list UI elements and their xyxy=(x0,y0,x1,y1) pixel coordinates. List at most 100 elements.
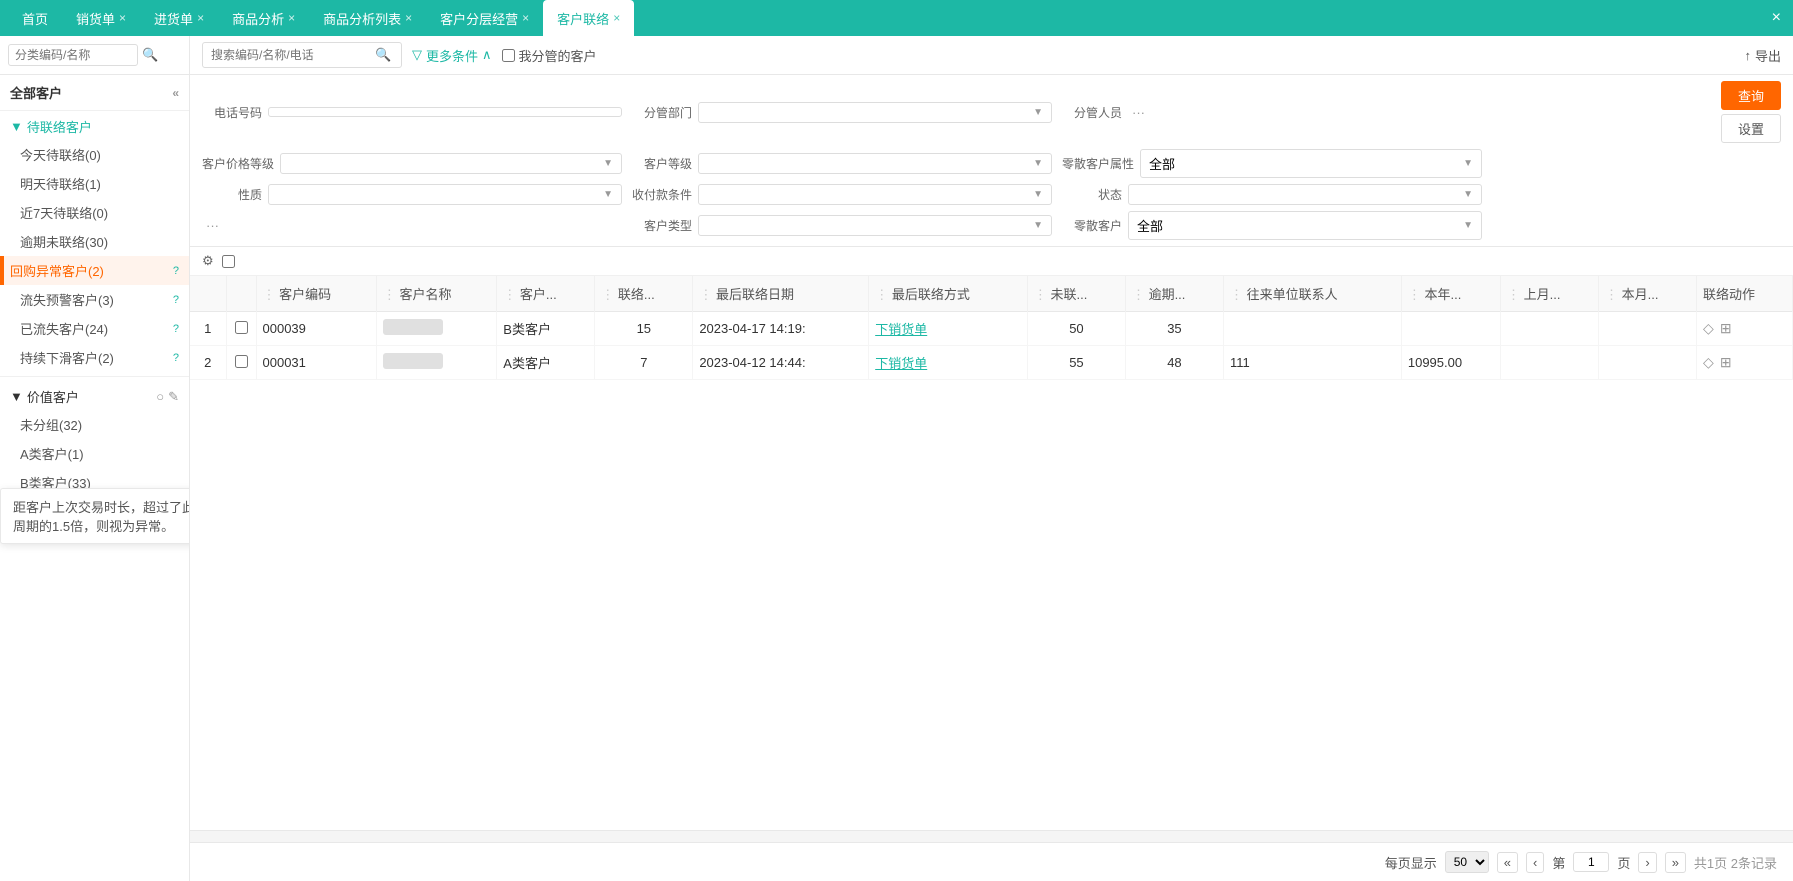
per-page-select[interactable]: 50 xyxy=(1445,851,1489,873)
sidebar-item-class-a[interactable]: A类客户(1) xyxy=(0,439,189,468)
filter-input-customer-type[interactable]: ▼ xyxy=(698,215,1052,236)
row2-check[interactable] xyxy=(226,346,256,380)
sidebar-item-today-contact[interactable]: 今天待联络(0) xyxy=(0,140,189,169)
sidebar-item-churn-warning[interactable]: 流失预警客户(3) ? xyxy=(0,285,189,314)
row2-contacts: 111 xyxy=(1223,346,1401,380)
sidebar-item-ungrouped[interactable]: 未分组(32) xyxy=(0,410,189,439)
select-all-checkbox[interactable] xyxy=(222,255,235,268)
sidebar-group-value-customers[interactable]: ▼ 价值客户 ○ ✎ xyxy=(0,381,189,410)
window-close-icon[interactable]: × xyxy=(1772,9,1781,27)
row1-action-icon-2[interactable]: ⊞ xyxy=(1720,320,1732,337)
filter-export-button[interactable]: ↑ 导出 xyxy=(1744,46,1781,65)
col-header-this-month[interactable]: 本月... xyxy=(1599,276,1697,312)
filter-search-icon[interactable]: 🔍 xyxy=(375,47,391,63)
filter-input-dept[interactable]: ▼ xyxy=(698,102,1052,123)
nav-home[interactable]: 首页 xyxy=(8,0,62,36)
nav-customer-layering[interactable]: 客户分层经营 × xyxy=(426,0,543,36)
nav-product-analysis[interactable]: 商品分析 × xyxy=(218,0,309,36)
declining-help-icon[interactable]: ? xyxy=(173,352,179,364)
filter-more-conditions[interactable]: ▽ 更多条件 ∧ xyxy=(412,46,492,65)
page-first-btn[interactable]: « xyxy=(1497,852,1518,873)
row2-contact-count: 7 xyxy=(595,346,693,380)
churned-help-icon[interactable]: ? xyxy=(173,323,179,335)
my-customers-check[interactable] xyxy=(502,49,515,62)
page-next-btn[interactable]: › xyxy=(1638,852,1656,873)
filter-dots-more[interactable]: ··· xyxy=(206,218,219,233)
col-header-unlisted[interactable]: 未联... xyxy=(1027,276,1125,312)
filter-input-phone[interactable] xyxy=(268,107,622,117)
content-area: 🔍 ▽ 更多条件 ∧ 我分管的客户 ↑ 导出 电话号码 xyxy=(190,36,1793,881)
query-button[interactable]: 查询 xyxy=(1721,81,1781,110)
col-header-last-contact-date[interactable]: 最后联络日期 xyxy=(693,276,869,312)
col-header-last-month[interactable]: 上月... xyxy=(1501,276,1599,312)
sidebar-search-input[interactable] xyxy=(8,44,138,66)
col-header-customer-type[interactable]: 客户... xyxy=(497,276,595,312)
col-header-this-year[interactable]: 本年... xyxy=(1401,276,1500,312)
nav-sales-order-close[interactable]: × xyxy=(119,11,126,25)
filter-input-retail-attr[interactable]: 全部 ▼ xyxy=(1140,149,1482,178)
nav-product-analysis-list-close[interactable]: × xyxy=(405,11,412,25)
nav-customer-contact-close[interactable]: × xyxy=(613,11,620,25)
filter-manager-dots[interactable]: ··· xyxy=(1132,105,1145,120)
filter-label-customer-level: 客户等级 xyxy=(632,155,692,172)
filter-field-dept: 分管部门 ▼ xyxy=(632,102,1052,123)
row1-unlisted: 50 xyxy=(1027,312,1125,346)
filter-search-input[interactable] xyxy=(211,48,371,62)
table-settings-icon[interactable]: ⚙ xyxy=(202,253,214,269)
filter-field-payment-terms: 收付款条件 ▼ xyxy=(632,184,1052,205)
filter-field-dots: ··· xyxy=(202,218,622,233)
sidebar-item-repurchase-abnormal[interactable]: 回购异常客户(2) ? xyxy=(0,256,189,285)
row2-unlisted: 55 xyxy=(1027,346,1125,380)
filter-input-payment-terms[interactable]: ▼ xyxy=(698,184,1052,205)
sidebar-item-churned[interactable]: 已流失客户(24) ? xyxy=(0,314,189,343)
row1-last-contact-method[interactable]: 下销货单 xyxy=(869,312,1028,346)
sidebar-search-icon[interactable]: 🔍 xyxy=(142,47,158,63)
col-header-overdue[interactable]: 逾期... xyxy=(1125,276,1223,312)
filter-input-price-level[interactable]: ▼ xyxy=(280,153,622,174)
filter-my-customers-checkbox[interactable]: 我分管的客户 xyxy=(502,46,597,65)
filter-input-retail-customer[interactable]: 全部 ▼ xyxy=(1128,211,1482,240)
status-arrow: ▼ xyxy=(1463,189,1473,200)
row1-action-icon-1[interactable]: ◇ xyxy=(1703,320,1714,337)
nav-purchase-order-close[interactable]: × xyxy=(197,11,204,25)
row2-action-icon-2[interactable]: ⊞ xyxy=(1720,354,1732,371)
horizontal-scrollbar[interactable] xyxy=(190,830,1793,842)
sidebar-item-tomorrow-contact[interactable]: 明天待联络(1) xyxy=(0,169,189,198)
page-last-btn[interactable]: » xyxy=(1665,852,1686,873)
nav-customer-layering-close[interactable]: × xyxy=(522,11,529,25)
sidebar-collapse-icon[interactable]: « xyxy=(172,86,179,100)
nav-sales-order[interactable]: 销货单 × xyxy=(62,0,140,36)
page-number-input[interactable] xyxy=(1573,852,1609,872)
repurchase-help-icon[interactable]: ? xyxy=(173,265,179,277)
row2-contact-method-link[interactable]: 下销货单 xyxy=(875,356,927,371)
sidebar-group-value-edit-icon[interactable]: ✎ xyxy=(168,389,179,405)
per-page-label: 每页显示 xyxy=(1385,853,1437,872)
col-header-unit-contacts[interactable]: 往来单位联系人 xyxy=(1223,276,1401,312)
sidebar-item-declining[interactable]: 持续下滑客户(2) ? xyxy=(0,343,189,372)
nav-product-analysis-list[interactable]: 商品分析列表 × xyxy=(309,0,426,36)
row1-check[interactable] xyxy=(226,312,256,346)
col-header-last-contact-method[interactable]: 最后联络方式 xyxy=(869,276,1028,312)
row2-customer-type: A类客户 xyxy=(497,346,595,380)
col-header-code[interactable]: 客户编码 xyxy=(256,276,376,312)
sidebar-item-overdue-contact[interactable]: 逾期未联络(30) xyxy=(0,227,189,256)
row2-last-contact-method[interactable]: 下销货单 xyxy=(869,346,1028,380)
filter-input-customer-level[interactable]: ▼ xyxy=(698,153,1052,174)
nav-product-analysis-close[interactable]: × xyxy=(288,11,295,25)
filter-label-price-level: 客户价格等级 xyxy=(202,155,274,172)
churn-warning-help-icon[interactable]: ? xyxy=(173,294,179,306)
page-prev-btn[interactable]: ‹ xyxy=(1526,852,1544,873)
filter-input-status[interactable]: ▼ xyxy=(1128,184,1482,205)
row1-contact-method-link[interactable]: 下销货单 xyxy=(875,322,927,337)
nav-purchase-order[interactable]: 进货单 × xyxy=(140,0,218,36)
filter-field-status: 状态 ▼ xyxy=(1062,184,1482,205)
filter-input-nature[interactable]: ▼ xyxy=(268,184,622,205)
row2-action-icon-1[interactable]: ◇ xyxy=(1703,354,1714,371)
nav-customer-contact[interactable]: 客户联络 × xyxy=(543,0,634,36)
sidebar-item-7days-contact[interactable]: 近7天待联络(0) xyxy=(0,198,189,227)
sidebar-group-value-circle-icon[interactable]: ○ xyxy=(156,389,164,405)
col-header-contact-count[interactable]: 联络... xyxy=(595,276,693,312)
sidebar-group-pending-contact[interactable]: ▼ 待联络客户 xyxy=(0,111,189,140)
settings-button[interactable]: 设置 xyxy=(1721,114,1781,143)
col-header-name[interactable]: 客户名称 xyxy=(376,276,496,312)
